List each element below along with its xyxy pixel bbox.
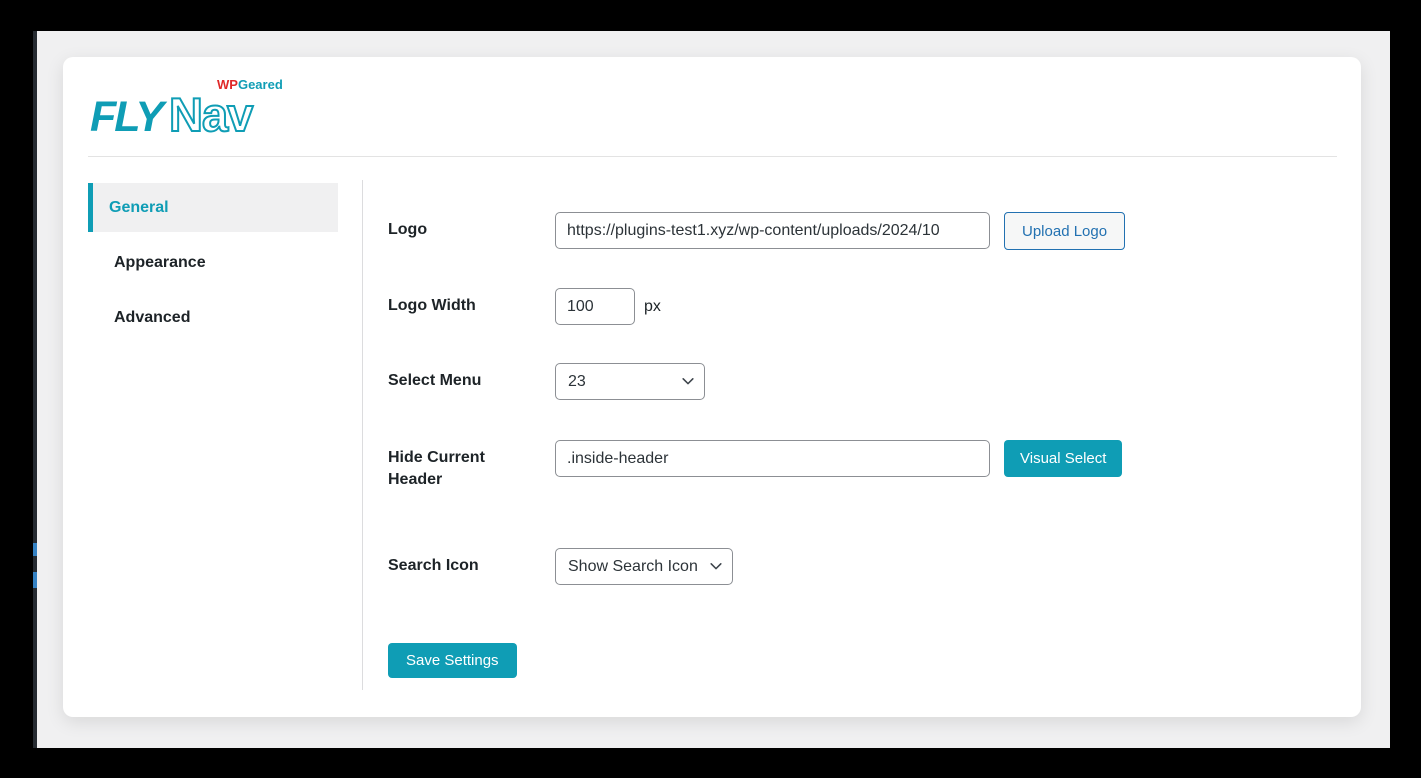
sidebar-content-divider <box>362 180 363 690</box>
search-icon-select[interactable]: Show Search Icon <box>555 548 733 586</box>
logo-width-row: Logo Width px <box>388 288 1338 325</box>
upload-logo-button[interactable]: Upload Logo <box>1004 212 1126 250</box>
hide-header-row: Hide Current Header Visual Select <box>388 440 1338 490</box>
select-menu-row: Select Menu 23 <box>388 363 1338 400</box>
sidebar-item-appearance[interactable]: Appearance <box>88 238 338 287</box>
logo-badge-geared: Geared <box>237 77 283 92</box>
save-settings-button[interactable]: Save Settings <box>388 643 517 679</box>
logo-width-label: Logo Width <box>388 297 476 314</box>
header-divider <box>88 156 1337 157</box>
search-icon-row: Search Icon Show Search Icon <box>388 548 1338 586</box>
settings-card: FLY Nav WPGeared General Appearance Adva… <box>63 57 1361 717</box>
settings-form: Logo Upload Logo Logo Width px Select Me… <box>388 212 1338 679</box>
settings-sidebar: General Appearance Advanced <box>88 183 338 348</box>
visual-select-button[interactable]: Visual Select <box>1004 440 1123 477</box>
sidebar-item-label: Appearance <box>114 253 206 271</box>
logo-badge-wpgeared: WPGeared <box>217 77 283 92</box>
browser-viewport: FLY Nav WPGeared General Appearance Adva… <box>33 31 1390 748</box>
admin-menu-accent-mark <box>33 543 37 556</box>
logo-text-fly: FLY <box>90 93 164 141</box>
sidebar-item-general[interactable]: General <box>88 183 338 232</box>
search-icon-label: Search Icon <box>388 557 479 575</box>
hide-header-input[interactable] <box>555 440 990 477</box>
wp-admin-menu-sliver <box>33 31 37 748</box>
logo-row: Logo Upload Logo <box>388 212 1338 250</box>
logo-label: Logo <box>388 221 428 238</box>
logo-url-input[interactable] <box>555 212 990 249</box>
sidebar-item-label: General <box>109 198 169 216</box>
px-suffix: px <box>644 298 661 315</box>
admin-menu-accent-mark <box>33 572 37 588</box>
logo-width-input[interactable] <box>555 288 635 325</box>
plugin-logo: FLY Nav WPGeared <box>90 77 283 141</box>
sidebar-item-label: Advanced <box>114 308 191 326</box>
logo-text-nav: Nav <box>168 88 254 141</box>
sidebar-item-advanced[interactable]: Advanced <box>88 293 338 342</box>
logo-badge-wp: WP <box>217 77 238 92</box>
hide-header-label: Hide Current Header <box>388 449 485 488</box>
select-menu-label: Select Menu <box>388 372 482 389</box>
menu-select[interactable]: 23 <box>555 363 705 400</box>
